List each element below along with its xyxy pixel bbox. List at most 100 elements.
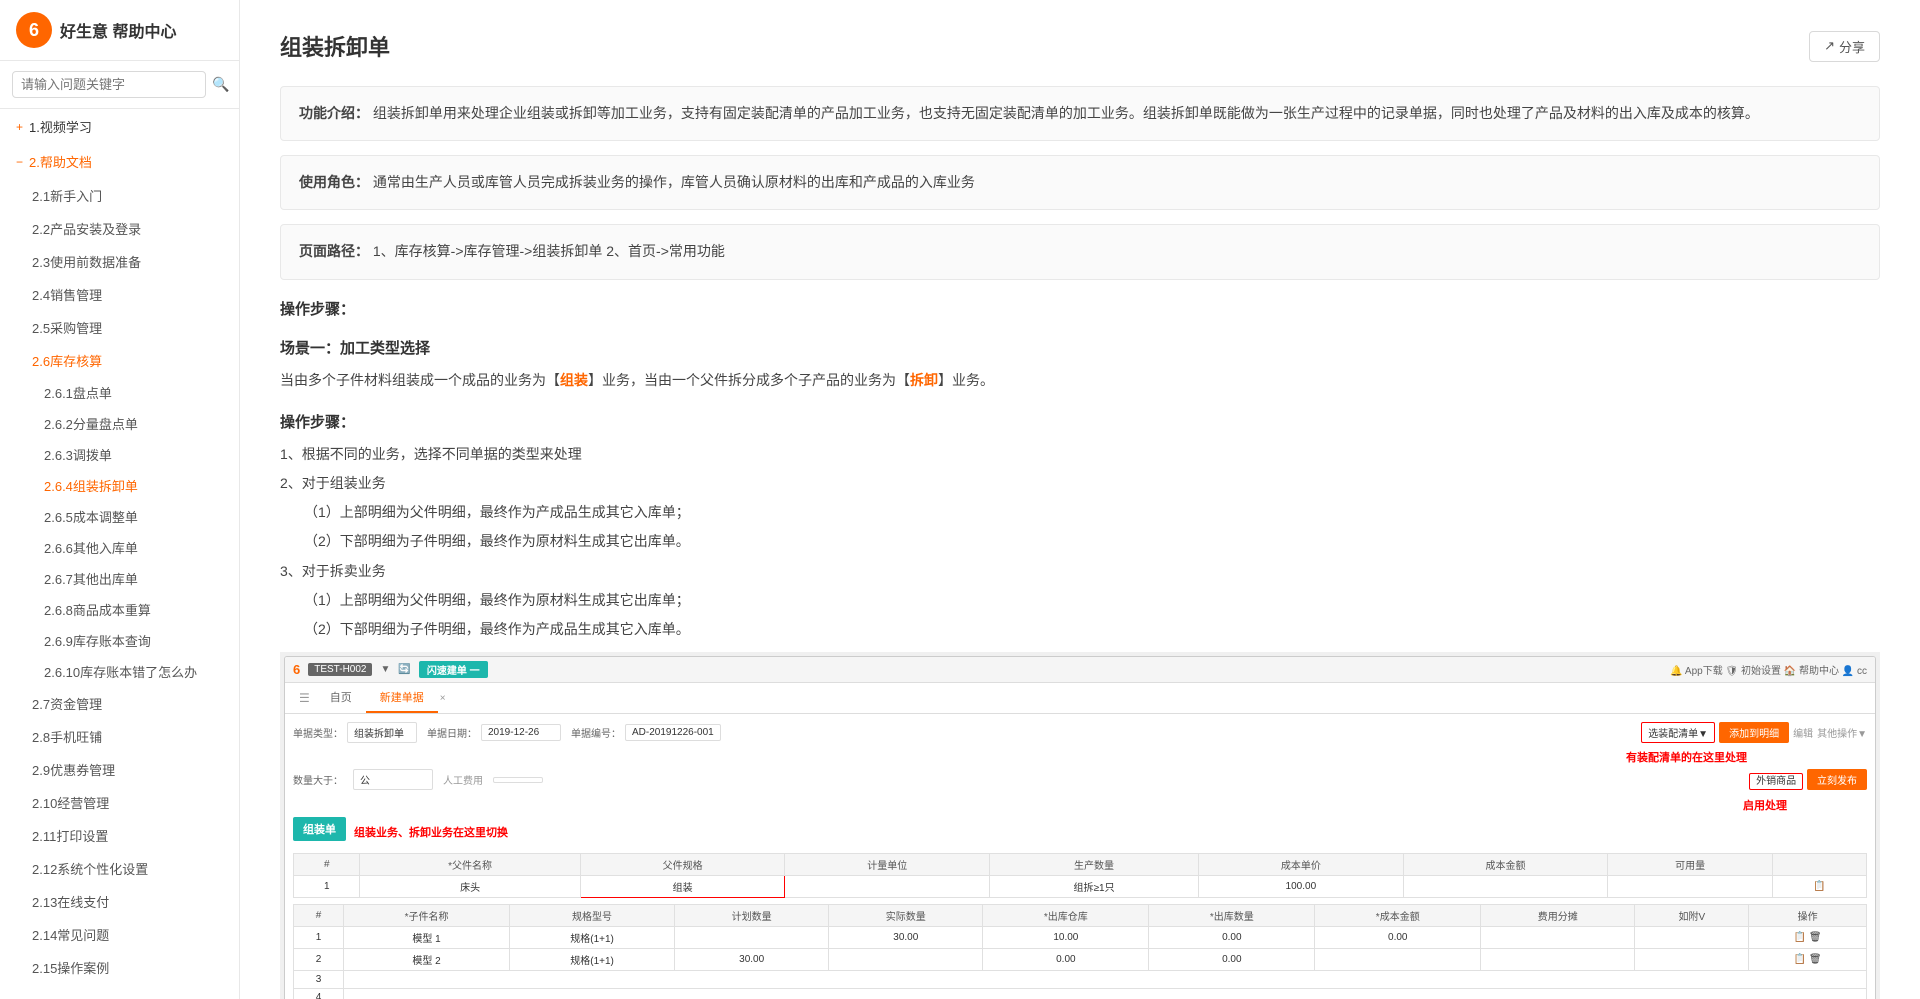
sidebar-item-inventory[interactable]: 2.6库存核算 bbox=[0, 344, 239, 377]
mock-confirm-btn[interactable]: 添加到明细 bbox=[1719, 722, 1789, 743]
mock-form-area: 单据类型： 组装拆卸单 单据日期： 2019-12-26 单据编号： AD-20… bbox=[285, 714, 1875, 999]
sidebar-item-helpdoc[interactable]: − 2.帮助文档 bbox=[0, 144, 239, 179]
mock-date-input[interactable]: 2019-12-26 bbox=[481, 724, 561, 741]
nav-section-2: − 2.帮助文档 2.1新手入门 2.2产品安装及登录 2.3使用前数据准备 2… bbox=[0, 144, 239, 984]
table-row: 4 bbox=[294, 989, 1867, 999]
sidebar-item-payment[interactable]: 2.13在线支付 bbox=[0, 885, 239, 918]
mock-qty-label: 数量大于： bbox=[293, 772, 343, 787]
path-label: 页面路径： bbox=[299, 243, 369, 259]
sidebar-item-finance[interactable]: 2.7资金管理 bbox=[0, 687, 239, 720]
sidebar-item-ledger-fix[interactable]: 2.6.10库存账本错了怎么办 bbox=[0, 656, 239, 687]
share-button[interactable]: ↗ 分享 bbox=[1809, 31, 1880, 62]
search-input[interactable] bbox=[12, 71, 206, 98]
sidebar-item-custom[interactable]: 2.12系统个性化设置 bbox=[0, 852, 239, 885]
sidebar-header: 6 好生意 帮助中心 bbox=[0, 0, 239, 61]
func-intro-text: 组装拆卸单用来处理企业组装或拆卸等加工业务，支持有固定装配清单的产品加工业务，也… bbox=[373, 105, 1759, 121]
mock-th-avail: 可用量 bbox=[1608, 854, 1773, 876]
sidebar-item-other-out[interactable]: 2.6.7其他出库单 bbox=[0, 563, 239, 594]
mock-tab-new[interactable]: 新建单据 bbox=[366, 683, 438, 713]
mock-tab-home[interactable]: 自页 bbox=[316, 683, 366, 713]
role-block: 使用角色： 通常由生产人员或库管人员完成拆装业务的操作，库管人员确认原材料的出库… bbox=[280, 155, 1880, 210]
mock-th-total: 成本金额 bbox=[1403, 854, 1608, 876]
main-content: 组装拆卸单 ↗ 分享 功能介绍： 组装拆卸单用来处理企业组装或拆卸等加工业务，支… bbox=[240, 0, 1920, 999]
share-icon: ↗ bbox=[1824, 38, 1835, 54]
mock-th-op bbox=[1772, 854, 1866, 876]
mock-section-row: 组装单 组装业务、拆卸业务在这里切换 bbox=[293, 817, 1867, 847]
table-row: 2 模型 2 规格(1+1) 30.00 0.00 0.00 📋 🗑 bbox=[294, 949, 1867, 971]
step2-sub2: （2）下部明细为子件明细，最终作为原材料生成其它出库单。 bbox=[304, 529, 1880, 554]
sidebar-item-dataprep[interactable]: 2.3使用前数据准备 bbox=[0, 245, 239, 278]
mock-child-table: # *子件名称 规格型号 计划数量 实际数量 *出库仓库 *出库数量 *成本金额… bbox=[293, 904, 1867, 999]
mock-table-header-row: # *父件名称 父件规格 计量单位 生产数量 成本单价 成本金额 可用量 bbox=[294, 854, 1867, 876]
mock-th-cost: 成本单价 bbox=[1199, 854, 1404, 876]
step3: 3、对于拆卖业务 bbox=[280, 559, 1880, 584]
mock-th-seq: # bbox=[294, 854, 360, 876]
sidebar-item-partial-stocktake[interactable]: 2.6.2分量盘点单 bbox=[0, 408, 239, 439]
scene1-title: 场景一：加工类型选择 bbox=[280, 337, 1880, 358]
mock-dropdown-icon: ▼ bbox=[380, 664, 390, 675]
mock-qty-row: 数量大于： 公 人工费用 外销商品 立刻发布 bbox=[293, 769, 1867, 790]
search-box: 🔍 bbox=[0, 61, 239, 109]
step3-sub1: （1）上部明细为父件明细，最终作为原材料生成其它出库单； bbox=[304, 588, 1880, 613]
sidebar-item-install[interactable]: 2.2产品安装及登录 bbox=[0, 212, 239, 245]
mock-apply-btn[interactable]: 立刻发布 bbox=[1807, 769, 1867, 790]
mock-warehouse-select[interactable]: 外销商品 bbox=[1749, 773, 1803, 790]
sidebar-item-transfer[interactable]: 2.6.3调拨单 bbox=[0, 439, 239, 470]
mock-parent-table: # *父件名称 父件规格 计量单位 生产数量 成本单价 成本金额 可用量 bbox=[293, 853, 1867, 898]
sidebar-item-sales[interactable]: 2.4销售管理 bbox=[0, 278, 239, 311]
sidebar-item-faq[interactable]: 2.14常见问题 bbox=[0, 918, 239, 951]
ops-steps-title: 操作步骤： bbox=[280, 411, 1880, 432]
step3-sub2: （2）下部明细为子件明细，最终作为产成品生成其它入库单。 bbox=[304, 617, 1880, 642]
mock-id-input[interactable]: AD-20191226-001 bbox=[625, 724, 721, 741]
sidebar-item-coupon[interactable]: 2.9优惠券管理 bbox=[0, 753, 239, 786]
sidebar-item-mobile[interactable]: 2.8手机旺铺 bbox=[0, 720, 239, 753]
sidebar: 6 好生意 帮助中心 🔍 + 1.视频学习 − 2.帮助文档 2.1新手入门 2… bbox=[0, 0, 240, 999]
mock-labor-input[interactable] bbox=[493, 777, 543, 783]
mock-header-row: 单据类型： 组装拆卸单 单据日期： 2019-12-26 单据编号： AD-20… bbox=[293, 722, 1867, 743]
sidebar-item-cost-adj[interactable]: 2.6.5成本调整单 bbox=[0, 501, 239, 532]
sidebar-item-print[interactable]: 2.11打印设置 bbox=[0, 819, 239, 852]
mock-new-btn[interactable]: 闪速建单 一 bbox=[419, 661, 488, 678]
sidebar-item-ops[interactable]: 2.10经营管理 bbox=[0, 786, 239, 819]
sidebar-item-stocktake[interactable]: 2.6.1盘点单 bbox=[0, 377, 239, 408]
mock-sync-icon: 🔄 bbox=[398, 664, 410, 675]
steps-block: 1、根据不同的业务，选择不同单据的类型来处理 2、对于组装业务 （1）上部明细为… bbox=[280, 442, 1880, 642]
mock-type-label: 单据类型： bbox=[293, 725, 343, 740]
mock-close-icon[interactable]: × bbox=[438, 693, 448, 704]
func-intro-block: 功能介绍： 组装拆卸单用来处理企业组装或拆卸等加工业务，支持有固定装配清单的产品… bbox=[280, 86, 1880, 141]
mock-del-btn[interactable]: 其他操作▼ bbox=[1817, 725, 1867, 740]
ops-section-title: 操作步骤： bbox=[280, 298, 1880, 319]
mock-top-bar: 6 TEST-H002 ▼ 🔄 闪速建单 一 🔔 App下载 🛡 初始设置 🏠 … bbox=[285, 657, 1875, 683]
plus-icon: + bbox=[16, 120, 23, 134]
sidebar-item-other-in[interactable]: 2.6.6其他入库单 bbox=[0, 532, 239, 563]
mock-th-spec: 父件规格 bbox=[580, 854, 785, 876]
annotation-text-1: 有装配清单的在这里处理 bbox=[1626, 749, 1747, 765]
sidebar-item-cost-recalc[interactable]: 2.6.8商品成本重算 bbox=[0, 594, 239, 625]
table-row: 1 模型 1 规格(1+1) 30.00 10.00 0.00 0.00 📋 🗑 bbox=[294, 927, 1867, 949]
role-text: 通常由生产人员或库管人员完成拆装业务的操作，库管人员确认原材料的出库和产成品的入… bbox=[373, 174, 975, 190]
mock-type-input[interactable]: 组装拆卸单 bbox=[347, 722, 417, 743]
mock-edit-btn[interactable]: 编辑 bbox=[1793, 725, 1813, 740]
search-button[interactable]: 🔍 bbox=[212, 76, 229, 93]
annotation-text-3: 启用处理 bbox=[1743, 800, 1787, 812]
page-title: 组装拆卸单 bbox=[280, 30, 390, 62]
sidebar-item-newuser[interactable]: 2.1新手入门 bbox=[0, 179, 239, 212]
sidebar-item-assembly[interactable]: 2.6.4组装拆卸单 bbox=[0, 470, 239, 501]
sidebar-item-purchase[interactable]: 2.5采购管理 bbox=[0, 311, 239, 344]
mock-qty-input[interactable]: 公 bbox=[353, 769, 433, 790]
mock-th-unit: 计量单位 bbox=[785, 854, 990, 876]
mock-td-highlight[interactable]: 组装 bbox=[580, 876, 785, 898]
sidebar-item-ledger[interactable]: 2.6.9库存账本查询 bbox=[0, 625, 239, 656]
app-title: 好生意 帮助中心 bbox=[60, 18, 176, 42]
sidebar-item-cases[interactable]: 2.15操作案例 bbox=[0, 951, 239, 984]
mock-tab-bar: ☰ 自页 新建单据 × bbox=[285, 683, 1875, 714]
path-text: 1、库存核算->库存管理->组装拆卸单 2、首页->常用功能 bbox=[373, 243, 725, 259]
path-block: 页面路径： 1、库存核算->库存管理->组装拆卸单 2、首页->常用功能 bbox=[280, 224, 1880, 279]
mock-section-label[interactable]: 组装单 bbox=[293, 817, 346, 841]
page-header: 组装拆卸单 ↗ 分享 bbox=[280, 30, 1880, 62]
sidebar-item-video[interactable]: + 1.视频学习 bbox=[0, 109, 239, 144]
func-intro-label: 功能介绍： bbox=[299, 105, 369, 121]
scene1-desc: 当由多个子件材料组装成一个成品的业务为【组装】业务，当由一个父件拆分成多个子产品… bbox=[280, 368, 1880, 393]
mock-bom-select[interactable]: 选装配清单▼ bbox=[1641, 722, 1715, 743]
table-row: 1 床头 组装 组拆≥1只 100.00 📋 bbox=[294, 876, 1867, 898]
